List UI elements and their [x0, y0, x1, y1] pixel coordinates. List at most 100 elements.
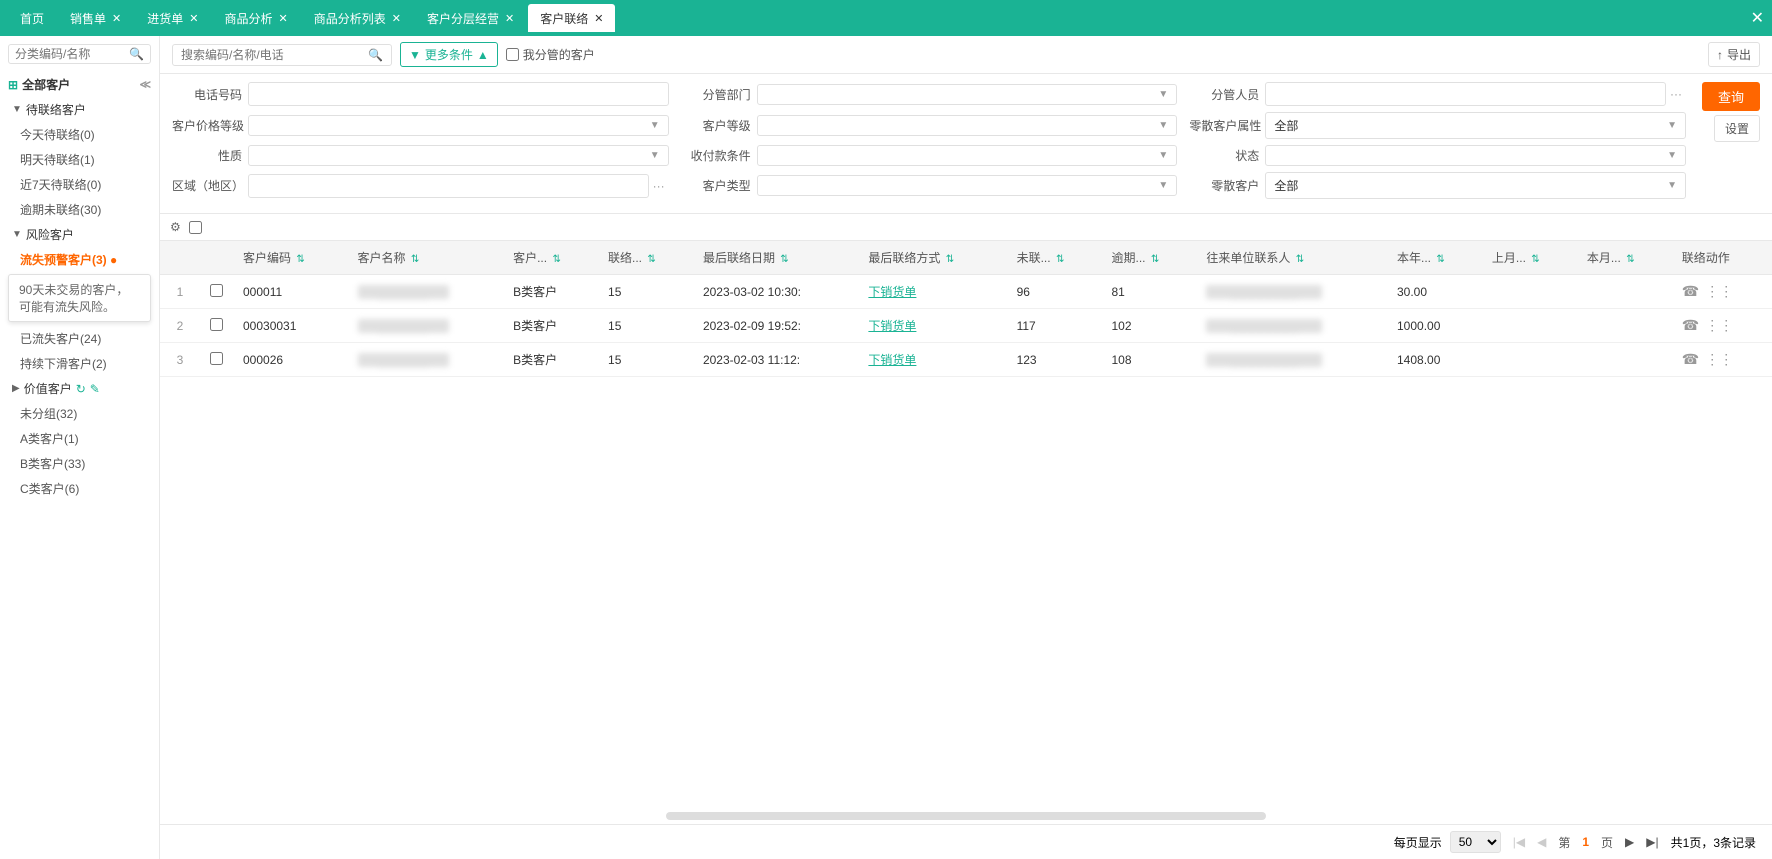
cell-checkbox[interactable] [200, 343, 233, 377]
collapse-icon[interactable]: ≪ [139, 78, 151, 91]
sidebar-search-input[interactable] [15, 47, 129, 61]
page-size-select[interactable]: 50 20 100 [1450, 831, 1501, 853]
contact-icon[interactable]: ☎ [1682, 283, 1699, 300]
sort-icon: ⇅ [1626, 254, 1634, 265]
close-icon[interactable]: ✕ [392, 12, 401, 25]
last-type-link[interactable]: 下销货单 [868, 319, 916, 333]
close-icon[interactable]: ✕ [594, 12, 603, 25]
col-header-last-type[interactable]: 最后联络方式 ⇅ [858, 241, 1006, 275]
col-header-overdue[interactable]: 逾期... ⇅ [1102, 241, 1197, 275]
tab-purchase[interactable]: 进货单 ✕ [135, 4, 210, 32]
cell-type: B类客户 [503, 275, 598, 309]
col-header-last-date[interactable]: 最后联络日期 ⇅ [693, 241, 858, 275]
last-type-link[interactable]: 下销货单 [868, 353, 916, 367]
my-customers-checkbox[interactable]: 我分管的客户 [506, 46, 595, 63]
my-customers-check[interactable] [506, 48, 519, 61]
cell-checkbox[interactable] [200, 309, 233, 343]
warning-dot: ● [110, 253, 117, 267]
tab-analysis-list[interactable]: 商品分析列表 ✕ [302, 4, 413, 32]
cell-checkbox[interactable] [200, 275, 233, 309]
export-btn[interactable]: ↑ 导出 [1708, 42, 1760, 67]
tab-analysis[interactable]: 商品分析 ✕ [212, 4, 299, 32]
nature-select[interactable]: ▼ [248, 145, 669, 166]
more-conditions-btn[interactable]: ▼ 更多条件 ▲ [400, 42, 498, 67]
price-level-select[interactable]: ▼ [248, 115, 669, 136]
cell-last-type: 下销货单 [858, 309, 1006, 343]
next-page-btn[interactable]: ▶ [1621, 833, 1638, 851]
payment-select[interactable]: ▼ [757, 145, 1178, 166]
contact-icon[interactable]: ☎ [1682, 351, 1699, 368]
sidebar-item-7days[interactable]: 近7天待联络(0) [0, 172, 159, 197]
more-options-icon[interactable]: ··· [649, 179, 669, 193]
status-select[interactable]: ▼ [1265, 145, 1686, 166]
sidebar-item-today[interactable]: 今天待联络(0) [0, 122, 159, 147]
close-icon[interactable]: ✕ [279, 12, 288, 25]
more-options-icon[interactable]: ··· [1666, 87, 1686, 101]
tab-customer-contact[interactable]: 客户联络 ✕ [528, 4, 615, 32]
person-input[interactable] [1265, 82, 1666, 106]
group-value-customers[interactable]: ▶ 价值客户 ↻ ✎ [0, 376, 159, 401]
refresh-icon[interactable]: ↻ [76, 382, 86, 396]
zero-attr-select[interactable]: 全部 ▼ [1265, 112, 1686, 139]
customer-level-select[interactable]: ▼ [757, 115, 1178, 136]
col-header-contact-person[interactable]: 往来单位联系人 ⇅ [1196, 241, 1387, 275]
search-icon[interactable]: 🔍 [368, 48, 383, 62]
filter-customer-level: 客户等级 ▼ [681, 115, 1178, 136]
cell-name: ██████ [348, 275, 504, 309]
area-input[interactable] [248, 174, 649, 198]
contact-icon[interactable]: ☎ [1682, 317, 1699, 334]
cell-not-contacted: 123 [1007, 343, 1102, 377]
col-header-name[interactable]: 客户名称 ⇅ [348, 241, 504, 275]
sidebar-item-ungroued[interactable]: 未分组(32) [0, 401, 159, 426]
sidebar-item-a-class[interactable]: A类客户(1) [0, 426, 159, 451]
edit-icon[interactable]: ✎ [90, 382, 100, 396]
sidebar-item-overdue[interactable]: 逾期未联络(30) [0, 197, 159, 222]
close-icon[interactable]: ✕ [189, 12, 198, 25]
col-header-contact-count[interactable]: 联络... ⇅ [598, 241, 693, 275]
customer-type-select[interactable]: ▼ [757, 175, 1178, 196]
group-risk-customers[interactable]: ▼ 风险客户 [0, 222, 159, 247]
sidebar-item-b-class[interactable]: B类客户(33) [0, 451, 159, 476]
more-action-icon[interactable]: ⋮⋮ [1705, 283, 1733, 300]
last-type-link[interactable]: 下销货单 [868, 285, 916, 299]
col-header-type[interactable]: 客户... ⇅ [503, 241, 598, 275]
zero-customer-select[interactable]: 全部 ▼ [1265, 172, 1686, 199]
query-button[interactable]: 查询 [1702, 82, 1760, 111]
close-icon[interactable]: ✕ [505, 12, 514, 25]
filter-row-1: 电话号码 分管部门 ▼ 分管人员 [172, 82, 1686, 106]
phone-input[interactable] [248, 82, 669, 106]
more-action-icon[interactable]: ⋮⋮ [1705, 317, 1733, 334]
close-icon[interactable]: ✕ [112, 12, 121, 25]
dept-select[interactable]: ▼ [757, 84, 1178, 105]
sidebar-item-tomorrow[interactable]: 明天待联络(1) [0, 147, 159, 172]
last-page-btn[interactable]: ▶| [1642, 833, 1662, 851]
sidebar-item-c-class[interactable]: C类客户(6) [0, 476, 159, 501]
col-header-code[interactable]: 客户编码 ⇅ [233, 241, 348, 275]
table-settings-icon[interactable]: ⚙ [170, 220, 181, 234]
col-header-last-month[interactable]: 上月... ⇅ [1482, 241, 1577, 275]
window-close-icon[interactable]: ✕ [1751, 8, 1764, 28]
all-customers-title[interactable]: ⊞ 全部客户 ≪ [0, 72, 159, 97]
main-search-input[interactable] [181, 48, 364, 62]
sidebar-item-lost[interactable]: 已流失客户(24) [0, 326, 159, 351]
tab-customer-tier[interactable]: 客户分层经营 ✕ [415, 4, 526, 32]
sidebar-item-declining[interactable]: 持续下滑客户(2) [0, 351, 159, 376]
prev-page-btn[interactable]: ◀ [1533, 833, 1550, 851]
select-all-checkbox[interactable] [189, 221, 202, 234]
setting-button[interactable]: 设置 [1714, 115, 1760, 142]
tab-sales[interactable]: 销售单 ✕ [58, 4, 133, 32]
cell-this-year: 1408.00 [1387, 343, 1482, 377]
more-action-icon[interactable]: ⋮⋮ [1705, 351, 1733, 368]
horizontal-scrollbar[interactable] [160, 808, 1772, 824]
cell-this-month [1577, 275, 1672, 309]
grid-icon: ⊞ [8, 78, 18, 92]
col-header-not-contacted[interactable]: 未联... ⇅ [1007, 241, 1102, 275]
first-page-btn[interactable]: |◀ [1509, 833, 1529, 851]
sidebar-item-loss-warning[interactable]: 流失预警客户(3) ● [0, 247, 159, 272]
main-search-box[interactable]: 🔍 [172, 44, 392, 66]
tab-home[interactable]: 首页 [8, 4, 56, 32]
col-header-this-month[interactable]: 本月... ⇅ [1577, 241, 1672, 275]
sidebar-search-box[interactable]: 🔍 [8, 44, 151, 64]
group-pending-contact[interactable]: ▼ 待联络客户 [0, 97, 159, 122]
col-header-this-year[interactable]: 本年... ⇅ [1387, 241, 1482, 275]
